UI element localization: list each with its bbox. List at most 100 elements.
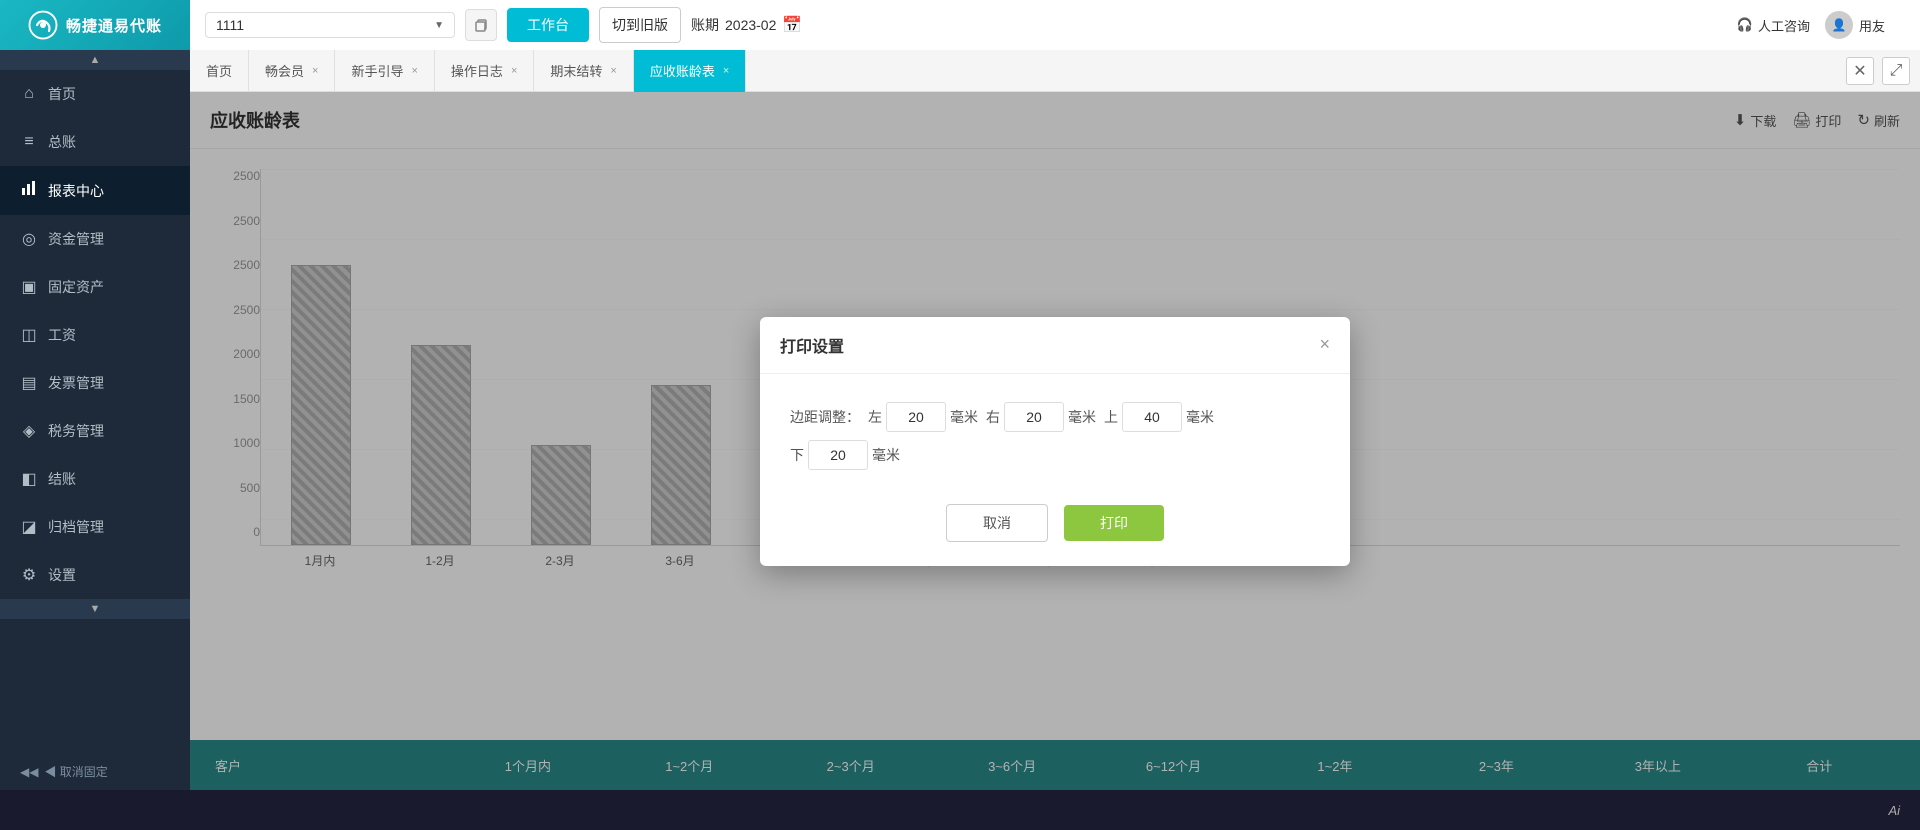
archive-icon: ◪: [20, 517, 38, 537]
company-selector[interactable]: 1111 ▼: [205, 12, 455, 38]
ai-bar: Ai: [0, 790, 1920, 830]
top-prefix: 上: [1104, 407, 1118, 427]
logo-area: 畅捷通易代账: [0, 0, 190, 50]
funds-icon: ◎: [20, 229, 38, 249]
margin-label: 边距调整：: [790, 407, 860, 427]
page-content: 应收账龄表 ⬇ 下载 🖨 打印 ↻ 刷新: [190, 92, 1920, 790]
copy-company-button[interactable]: [465, 9, 497, 41]
sidebar-item-closing[interactable]: ◧ 结账: [0, 455, 190, 503]
tab-home[interactable]: 首页: [190, 50, 249, 92]
invoices-icon: ▤: [20, 373, 38, 393]
tab-vip[interactable]: 畅会员 ×: [249, 50, 335, 92]
tab-log-label: 操作日志: [451, 61, 503, 80]
tab-guide[interactable]: 新手引导 ×: [335, 50, 434, 92]
right-margin-input[interactable]: [1004, 402, 1064, 432]
period-value: 2023-02: [725, 17, 776, 33]
cancel-button[interactable]: 取消: [946, 504, 1048, 542]
tab-ar-aging-close[interactable]: ×: [723, 65, 729, 77]
tab-log[interactable]: 操作日志 ×: [435, 50, 534, 92]
confirm-print-button[interactable]: 打印: [1064, 505, 1164, 541]
tab-closing[interactable]: 期末结转 ×: [534, 50, 633, 92]
tab-closing-label: 期末结转: [550, 61, 602, 80]
tabs-bar: 首页 畅会员 × 新手引导 × 操作日志 × 期末结转 × 应收账龄表 ×: [190, 50, 1920, 92]
period-area: 账期 2023-02 📅: [691, 15, 802, 35]
sidebar-label-settings: 设置: [48, 565, 76, 585]
tab-close-all-button[interactable]: ✕: [1846, 57, 1874, 85]
tab-ar-aging[interactable]: 应收账龄表 ×: [634, 50, 746, 92]
tab-guide-label: 新手引导: [351, 61, 403, 80]
sidebar-label-assets: 固定资产: [48, 277, 104, 297]
support-button[interactable]: 🎧 人工咨询: [1737, 16, 1810, 35]
sidebar-scroll-up[interactable]: ▲: [0, 50, 190, 70]
dialog-title: 打印设置: [780, 333, 844, 357]
sidebar-label-invoices: 发票管理: [48, 373, 104, 393]
sidebar-item-settings[interactable]: ⚙ 设置: [0, 551, 190, 599]
sidebar-label-ledger: 总账: [48, 132, 76, 152]
sidebar-label-tax: 税务管理: [48, 421, 104, 441]
tab-guide-close[interactable]: ×: [411, 65, 417, 77]
bottom-margin-input[interactable]: [808, 440, 868, 470]
tab-vip-close[interactable]: ×: [312, 65, 318, 77]
switch-old-button[interactable]: 切到旧版: [599, 7, 681, 43]
workbench-button[interactable]: 工作台: [507, 8, 589, 42]
user-area[interactable]: 👤 用友: [1825, 11, 1885, 39]
reports-icon: [20, 180, 38, 201]
margin-adjustment-row: 边距调整： 左 毫米 右 毫米: [790, 402, 1320, 470]
sidebar-label-funds: 资金管理: [48, 229, 104, 249]
dialog-body: 边距调整： 左 毫米 右 毫米: [760, 374, 1350, 494]
sidebar-item-funds[interactable]: ◎ 资金管理: [0, 215, 190, 263]
tab-log-close[interactable]: ×: [511, 65, 517, 77]
sidebar-item-tax[interactable]: ◈ 税务管理: [0, 407, 190, 455]
user-name: 用友: [1859, 16, 1885, 35]
settings-icon: ⚙: [20, 565, 38, 585]
avatar: 👤: [1825, 11, 1853, 39]
tab-expand-button[interactable]: ⤢: [1882, 57, 1910, 85]
sidebar-item-reports[interactable]: 报表中心: [0, 166, 190, 215]
tab-vip-label: 畅会员: [265, 61, 304, 80]
left-prefix: 左: [868, 407, 882, 427]
chart-bar-icon: [21, 180, 37, 196]
margin-left-group: 左 毫米: [868, 402, 978, 432]
support-label: 人工咨询: [1758, 16, 1810, 35]
sidebar: ▲ ⌂ 首页 ≡ 总账 报表中心 ◎ 资金管理 ▣ 固定资产: [0, 50, 190, 790]
sidebar-item-invoices[interactable]: ▤ 发票管理: [0, 359, 190, 407]
sidebar-item-payroll[interactable]: ◫ 工资: [0, 311, 190, 359]
period-label: 账期: [691, 15, 719, 35]
payroll-icon: ◫: [20, 325, 38, 345]
right-unit: 毫米: [1068, 407, 1096, 427]
dialog-close-button[interactable]: ×: [1319, 334, 1330, 355]
sidebar-scroll-down[interactable]: ▼: [0, 599, 190, 619]
sidebar-item-archive[interactable]: ◪ 归档管理: [0, 503, 190, 551]
sidebar-item-home[interactable]: ⌂ 首页: [0, 70, 190, 118]
dialog-footer: 取消 打印: [760, 494, 1350, 566]
home-icon: ⌂: [20, 85, 38, 103]
left-margin-input[interactable]: [886, 402, 946, 432]
dialog-header: 打印设置 ×: [760, 317, 1350, 374]
margin-right-group: 右 毫米: [986, 402, 1096, 432]
collapse-icon: ◀◀: [20, 765, 38, 779]
left-unit: 毫米: [950, 407, 978, 427]
collapse-label: ◀ 取消固定: [44, 763, 107, 780]
sidebar-item-ledger[interactable]: ≡ 总账: [0, 118, 190, 166]
sidebar-label-reports: 报表中心: [48, 181, 104, 201]
sidebar-label-home: 首页: [48, 84, 76, 104]
copy-icon: [473, 17, 489, 33]
right-prefix: 右: [986, 407, 1000, 427]
sidebar-collapse-button[interactable]: ◀◀ ◀ 取消固定: [0, 753, 190, 790]
company-name: 1111: [216, 17, 426, 33]
bottom-unit: 毫米: [872, 445, 900, 465]
modal-overlay: 打印设置 × 边距调整： 左 毫米: [190, 92, 1920, 790]
tab-closing-close[interactable]: ×: [610, 65, 616, 77]
calendar-icon[interactable]: 📅: [782, 15, 802, 35]
margin-top-group: 上 毫米: [1104, 402, 1214, 432]
closing-icon: ◧: [20, 469, 38, 489]
tab-home-label: 首页: [206, 61, 232, 80]
headphone-icon: 🎧: [1737, 17, 1753, 33]
sidebar-item-assets[interactable]: ▣ 固定资产: [0, 263, 190, 311]
dropdown-arrow-icon: ▼: [434, 20, 444, 31]
margin-bottom-group: 下 毫米: [790, 440, 900, 470]
ai-text[interactable]: Ai: [1888, 803, 1900, 818]
tab-ar-aging-label: 应收账龄表: [650, 61, 715, 80]
top-margin-input[interactable]: [1122, 402, 1182, 432]
sidebar-label-payroll: 工资: [48, 325, 76, 345]
